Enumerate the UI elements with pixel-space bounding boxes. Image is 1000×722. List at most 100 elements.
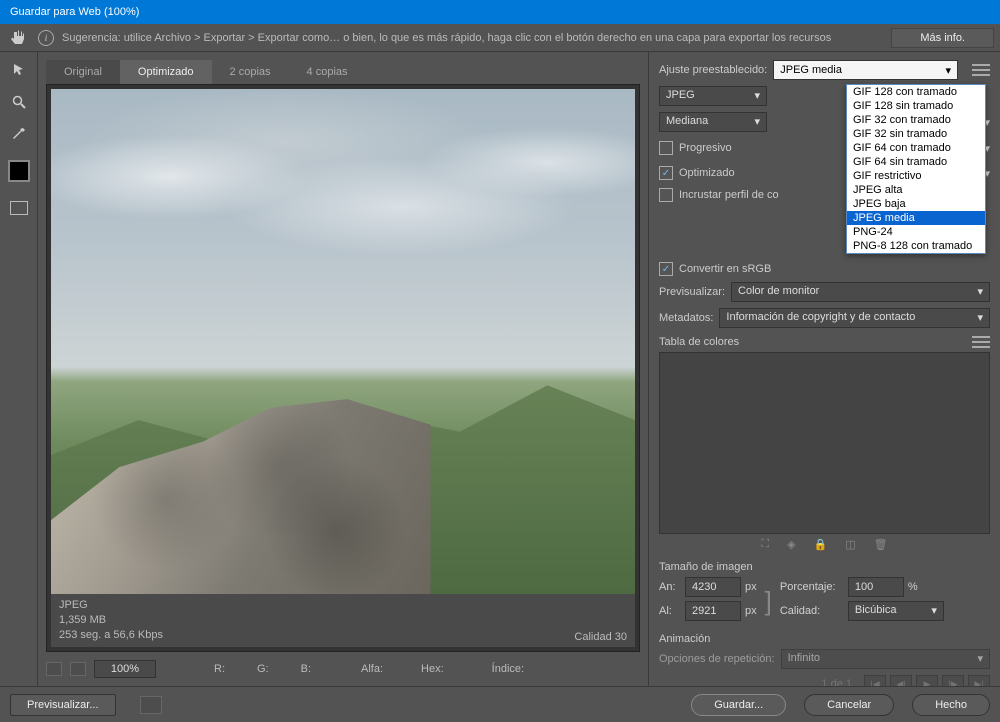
info-icon: i: [38, 30, 54, 46]
preset-label: Ajuste preestablecido:: [659, 64, 767, 76]
ct-web-icon[interactable]: ◈: [787, 538, 795, 551]
image-preview[interactable]: [51, 89, 635, 594]
save-button[interactable]: Guardar...: [691, 694, 786, 716]
preview-button[interactable]: Previsualizar...: [10, 694, 116, 716]
g-label: G:: [257, 663, 269, 675]
embed-profile-label: Incrustar perfil de co: [679, 189, 779, 201]
ct-new-icon[interactable]: ◫: [845, 538, 855, 551]
progressive-checkbox[interactable]: [659, 141, 673, 155]
metadata-label: Metadatos:: [659, 312, 713, 324]
preset-select[interactable]: JPEG media▾: [773, 60, 958, 80]
resample-select[interactable]: Bicúbica▾: [848, 601, 944, 621]
tab-2up[interactable]: 2 copias: [212, 60, 289, 84]
preset-option[interactable]: GIF 128 sin tramado: [847, 99, 985, 113]
tab-original[interactable]: Original: [46, 60, 120, 84]
ct-snap-icon[interactable]: ⛶: [761, 538, 769, 551]
preview-column: Original Optimizado 2 copias 4 copias JP…: [38, 52, 648, 686]
foreground-color-swatch[interactable]: [8, 160, 30, 182]
resample-label: Calidad:: [780, 605, 844, 617]
preview-select[interactable]: Color de monitor▾: [731, 282, 990, 302]
filesize-label: 1,359 MB: [59, 613, 163, 628]
tab-4up[interactable]: 4 copias: [289, 60, 366, 84]
zoom-input[interactable]: [94, 660, 156, 678]
ct-trash-icon[interactable]: 🗑: [874, 538, 888, 551]
color-table: [659, 352, 990, 534]
hand-tool-icon[interactable]: [6, 26, 30, 50]
left-toolbar: [0, 52, 38, 686]
srgb-checkbox[interactable]: [659, 262, 673, 276]
loop-label: Opciones de repetición:: [659, 653, 775, 665]
selection-tool-icon[interactable]: [7, 58, 31, 82]
preview-bottom-controls: R: G: B: Alfa: Hex: Índice:: [46, 660, 640, 678]
preset-option[interactable]: PNG-8 128 con tramado: [847, 239, 985, 253]
color-table-menu-icon[interactable]: [972, 336, 990, 348]
quality-label: Calidad 30: [574, 631, 627, 643]
r-label: R:: [214, 663, 225, 675]
srgb-label: Convertir en sRGB: [679, 263, 771, 275]
width-label: An:: [659, 581, 681, 593]
progressive-label: Progresivo: [679, 142, 732, 154]
preset-option[interactable]: GIF 32 sin tramado: [847, 127, 985, 141]
metadata-select[interactable]: Información de copyright y de contacto▾: [719, 308, 990, 328]
preset-option[interactable]: GIF 64 sin tramado: [847, 155, 985, 169]
b-label: B:: [301, 663, 311, 675]
done-button[interactable]: Hecho: [912, 694, 990, 716]
preset-option[interactable]: GIF 64 con tramado: [847, 141, 985, 155]
preset-option[interactable]: JPEG media: [847, 211, 985, 225]
optimized-label: Optimizado: [679, 167, 735, 179]
height-input[interactable]: [685, 601, 741, 621]
link-bracket-icon[interactable]: ]: [763, 595, 774, 608]
preset-dropdown-list[interactable]: GIF 128 con tramadoGIF 128 sin tramadoGI…: [846, 84, 986, 254]
slice-select-icon[interactable]: [46, 662, 62, 676]
image-info-footer: JPEG 1,359 MB 253 seg. a 56,6 Kbps Calid…: [51, 594, 635, 647]
eyedropper-tool-icon[interactable]: [7, 122, 31, 146]
format-label: JPEG: [59, 598, 163, 613]
tab-optimized[interactable]: Optimizado: [120, 60, 212, 84]
animation-title: Animación: [659, 633, 990, 645]
cancel-button[interactable]: Cancelar: [804, 694, 894, 716]
preset-menu-icon[interactable]: [972, 64, 990, 76]
preview-frame: JPEG 1,359 MB 253 seg. a 56,6 Kbps Calid…: [46, 84, 640, 652]
slice-view-icon[interactable]: [7, 196, 31, 220]
loop-select: Infinito▾: [781, 649, 990, 669]
indice-label: Índice:: [492, 663, 524, 675]
settings-column: Ajuste preestablecido: JPEG media▾ GIF 1…: [648, 52, 1000, 686]
prev-frame-button: ◀|: [890, 675, 912, 686]
last-frame-button: ▶|: [968, 675, 990, 686]
more-info-button[interactable]: Más info.: [891, 28, 994, 48]
color-table-title: Tabla de colores: [659, 336, 739, 348]
chevron-down-icon: ▾: [945, 64, 951, 77]
frame-counter: 1 de 1: [821, 678, 852, 686]
alfa-label: Alfa:: [361, 663, 383, 675]
percent-label: Porcentaje:: [780, 581, 844, 593]
optimized-checkbox[interactable]: [659, 166, 673, 180]
height-label: Al:: [659, 605, 681, 617]
width-input[interactable]: [685, 577, 741, 597]
dialog-footer: Previsualizar... Guardar... Cancelar Hec…: [0, 686, 1000, 722]
window-title: Guardar para Web (100%): [10, 6, 139, 18]
first-frame-button: |◀: [864, 675, 886, 686]
slice-hide-icon[interactable]: [70, 662, 86, 676]
hex-label: Hex:: [421, 663, 444, 675]
download-time-label: 253 seg. a 56,6 Kbps: [59, 628, 163, 643]
image-size-title: Tamaño de imagen: [659, 561, 990, 573]
preset-option[interactable]: GIF restrictivo: [847, 169, 985, 183]
zoom-tool-icon[interactable]: [7, 90, 31, 114]
embed-profile-checkbox[interactable]: [659, 188, 673, 202]
preset-option[interactable]: GIF 32 con tramado: [847, 113, 985, 127]
play-button: ▶: [916, 675, 938, 686]
browser-preview-icon[interactable]: [140, 696, 162, 714]
suggestion-text: Sugerencia: utilice Archivo > Exportar >…: [62, 32, 831, 44]
percent-input[interactable]: [848, 577, 904, 597]
format-select[interactable]: JPEG▾: [659, 86, 767, 106]
quality-preset-select[interactable]: Mediana▾: [659, 112, 767, 132]
preset-option[interactable]: JPEG alta: [847, 183, 985, 197]
preview-label: Previsualizar:: [659, 286, 725, 298]
ct-lock-icon[interactable]: 🔒: [814, 538, 828, 551]
preset-option[interactable]: GIF 128 con tramado: [847, 85, 985, 99]
preset-option[interactable]: JPEG baja: [847, 197, 985, 211]
window-title-bar: Guardar para Web (100%): [0, 0, 1000, 24]
preset-option[interactable]: PNG-24: [847, 225, 985, 239]
next-frame-button: |▶: [942, 675, 964, 686]
suggestion-bar: i Sugerencia: utilice Archivo > Exportar…: [0, 24, 1000, 52]
